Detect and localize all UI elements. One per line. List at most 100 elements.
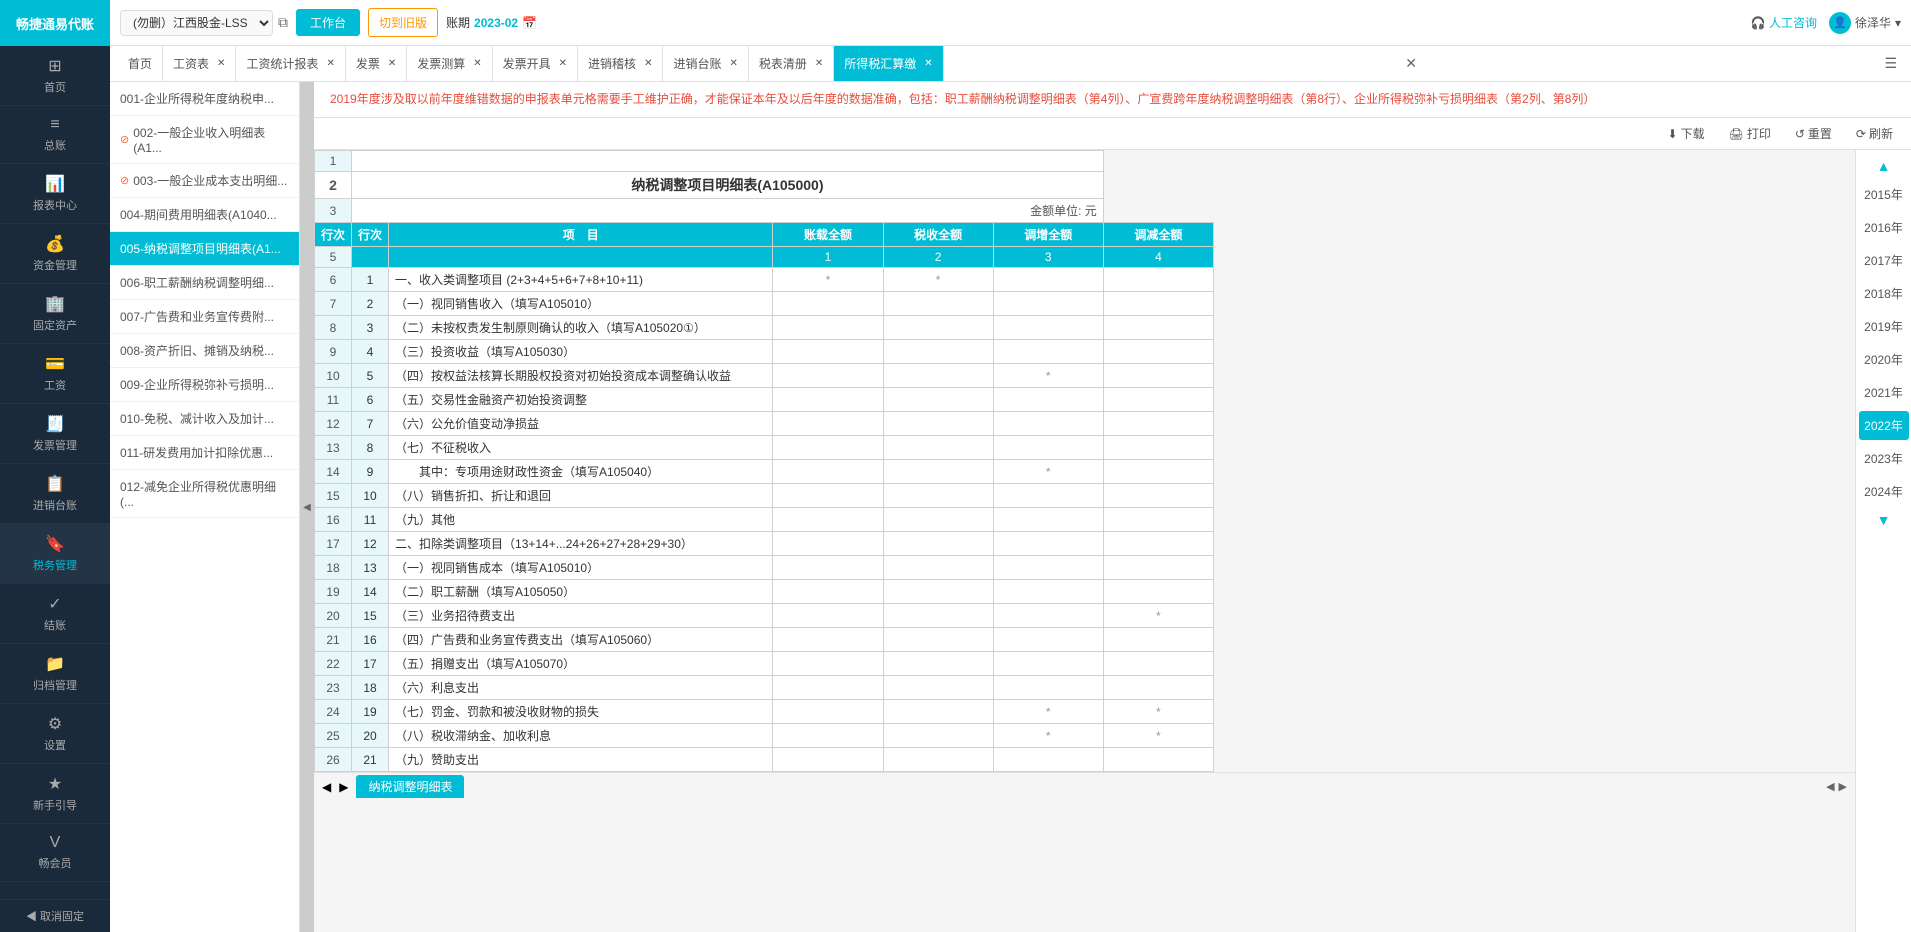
- left-panel-item-012[interactable]: 012-减免企业所得税优惠明细(...: [110, 470, 299, 518]
- settlement-icon: ✓: [48, 594, 61, 614]
- tab-tax-clearance[interactable]: 税表清册 ✕: [749, 46, 834, 82]
- workbench-button[interactable]: 工作台: [296, 9, 360, 36]
- sidebar-item-fixed-assets[interactable]: 🏢 固定资产: [0, 284, 110, 344]
- sidebar-item-label: 首页: [44, 79, 66, 95]
- year-down-btn[interactable]: ▼: [1873, 508, 1895, 532]
- scroll-right-icon[interactable]: ▶: [1839, 780, 1847, 793]
- sidebar-item-home[interactable]: ⊞ 首页: [0, 46, 110, 106]
- year-2023[interactable]: 2023年: [1859, 444, 1909, 473]
- tab-inbound-check[interactable]: 进销稽核 ✕: [578, 46, 663, 82]
- company-dropdown[interactable]: (勿删）江西股金-LSS: [120, 10, 273, 36]
- left-panel-item-006[interactable]: 006-职工薪酬纳税调整明细...: [110, 266, 299, 300]
- left-panel-item-009[interactable]: 009-企业所得税弥补亏损明...: [110, 368, 299, 402]
- tab-close-inbound-ledger[interactable]: ✕: [729, 58, 737, 69]
- year-2022[interactable]: 2022年: [1859, 411, 1909, 440]
- sidebar-item-settlement[interactable]: ✓ 结账: [0, 584, 110, 644]
- sidebar-nav: ⊞ 首页 ≡ 总账 📊 报表中心 💰 资金管理 🏢 固定资产 💳 工资 🧾 发票…: [0, 46, 110, 899]
- sidebar-item-invoice-mgmt[interactable]: 🧾 发票管理: [0, 404, 110, 464]
- year-2019[interactable]: 2019年: [1859, 312, 1909, 341]
- tab-close-inbound-check[interactable]: ✕: [644, 58, 652, 69]
- calendar-icon[interactable]: 📅: [522, 16, 537, 30]
- sidebar-item-salary[interactable]: 💳 工资: [0, 344, 110, 404]
- sidebar-item-fund-mgmt[interactable]: 💰 资金管理: [0, 224, 110, 284]
- sidebar-item-inbound-ledger[interactable]: 📋 进销台账: [0, 464, 110, 524]
- table-row: 23 18 （六）利息支出: [315, 676, 1214, 700]
- data-table: 1 2 纳税调整项目明细表(A105000) 3 金额单位: 元: [314, 150, 1214, 772]
- left-panel-item-010[interactable]: 010-免税、减计收入及加计...: [110, 402, 299, 436]
- tab-income-tax[interactable]: 所得税汇算缴 ✕: [834, 46, 943, 82]
- reset-button[interactable]: ↺ 重置: [1789, 122, 1838, 145]
- customer-service-link[interactable]: 🎧 人工咨询: [1751, 14, 1817, 31]
- sub-col4: 4: [1103, 247, 1213, 268]
- left-panel-item-002[interactable]: ⊘ 002-一般企业收入明细表(A1...: [110, 116, 299, 164]
- username-label: 徐泽华: [1855, 14, 1891, 31]
- sidebar-item-archive-mgmt[interactable]: 📁 归档管理: [0, 644, 110, 704]
- warn-icon-003: ⊘: [120, 174, 129, 187]
- user-info[interactable]: 👤 徐泽华 ▾: [1829, 12, 1901, 34]
- col-header-rownum: 行次: [315, 223, 352, 247]
- left-panel-item-004[interactable]: 004-期间费用明细表(A1040...: [110, 198, 299, 232]
- download-button[interactable]: ⬇ 下载: [1662, 122, 1711, 145]
- tab-close-income-tax[interactable]: ✕: [924, 58, 932, 69]
- sidebar-item-report-center[interactable]: 📊 报表中心: [0, 164, 110, 224]
- sheet-nav-next[interactable]: ▶: [339, 780, 348, 794]
- tabbar-close-all[interactable]: ✕: [1399, 55, 1423, 72]
- year-2018[interactable]: 2018年: [1859, 279, 1909, 308]
- sidebar-item-tax-mgmt[interactable]: 🔖 税务管理: [0, 524, 110, 584]
- year-2021[interactable]: 2021年: [1859, 378, 1909, 407]
- sidebar-item-settings[interactable]: ⚙ 设置: [0, 704, 110, 764]
- tab-home[interactable]: 首页: [118, 46, 163, 82]
- tab-salary-stat[interactable]: 工资统计报表 ✕: [236, 46, 345, 82]
- tab-salary-table[interactable]: 工资表 ✕: [163, 46, 236, 82]
- sheet-tab-tax-adjust[interactable]: 纳税调整明细表: [356, 775, 464, 798]
- sidebar-item-new-guide[interactable]: ★ 新手引导: [0, 764, 110, 824]
- sidebar-item-label: 畅会员: [39, 855, 72, 871]
- row-num-1: 1: [315, 151, 352, 172]
- tab-close-tax-clearance[interactable]: ✕: [815, 58, 823, 69]
- sidebar-item-label: 新手引导: [33, 797, 77, 813]
- left-panel-item-001[interactable]: 001-企业所得税年度纳税申...: [110, 82, 299, 116]
- tab-invoice-calc[interactable]: 发票测算 ✕: [407, 46, 492, 82]
- sheet-bottom: ◀ ▶ 纳税调整明细表 ◀ ▶: [314, 772, 1855, 800]
- table-row: 15 10 （八）销售折扣、折让和退回: [315, 484, 1214, 508]
- year-2020[interactable]: 2020年: [1859, 345, 1909, 374]
- old-version-button[interactable]: 切到旧版: [368, 8, 438, 37]
- tab-close-salary-stat[interactable]: ✕: [326, 58, 334, 69]
- sidebar-item-member[interactable]: V 畅会员: [0, 824, 110, 882]
- tab-close-invoice-calc[interactable]: ✕: [473, 58, 481, 69]
- sheet-main[interactable]: 1 2 纳税调整项目明细表(A105000) 3 金额单位: 元: [314, 150, 1855, 932]
- table-row: 11 6 （五）交易性金融资产初始投资调整: [315, 388, 1214, 412]
- refresh-button[interactable]: ⟳ 刷新: [1850, 122, 1899, 145]
- year-up-btn[interactable]: ▲: [1873, 154, 1895, 178]
- year-2024[interactable]: 2024年: [1859, 477, 1909, 506]
- sidebar-collapse-btn[interactable]: ◀ 取消固定: [0, 899, 110, 932]
- left-panel-item-003[interactable]: ⊘ 003-一般企业成本支出明细...: [110, 164, 299, 198]
- year-2016[interactable]: 2016年: [1859, 213, 1909, 242]
- sheet-nav-prev[interactable]: ◀: [322, 780, 331, 794]
- left-panel-item-011[interactable]: 011-研发费用加计扣除优惠...: [110, 436, 299, 470]
- tab-invoice-open[interactable]: 发票开具 ✕: [493, 46, 578, 82]
- copy-icon[interactable]: ⧉: [278, 14, 288, 31]
- tab-invoice[interactable]: 发票 ✕: [346, 46, 407, 82]
- left-panel-item-005[interactable]: 005-纳税调整项目明细表(A1...: [110, 232, 299, 266]
- main-area: (勿删）江西股金-LSS ⧉ 工作台 切到旧版 账期 2023-02 📅 🎧 人…: [110, 0, 1911, 932]
- print-button[interactable]: 🖨 打印: [1723, 122, 1777, 145]
- year-2017[interactable]: 2017年: [1859, 246, 1909, 275]
- sub-col2: 2: [883, 247, 993, 268]
- tab-inbound-ledger[interactable]: 进销台账 ✕: [663, 46, 748, 82]
- tabbar-menu[interactable]: ☰: [1878, 55, 1903, 72]
- left-panel-item-008[interactable]: 008-资产折旧、摊销及纳税...: [110, 334, 299, 368]
- scroll-left-icon[interactable]: ◀: [1826, 780, 1834, 793]
- panel-toggle-btn[interactable]: ◀: [300, 82, 314, 932]
- sidebar-item-general-ledger[interactable]: ≡ 总账: [0, 106, 110, 164]
- tab-close-invoice-open[interactable]: ✕: [559, 58, 567, 69]
- year-2015[interactable]: 2015年: [1859, 180, 1909, 209]
- sidebar-item-label: 发票管理: [33, 437, 77, 453]
- left-panel-item-007[interactable]: 007-广告费和业务宣传费附...: [110, 300, 299, 334]
- sidebar-item-label: 税务管理: [33, 557, 77, 573]
- tab-close-salary-table[interactable]: ✕: [217, 58, 225, 69]
- sidebar-item-label: 进销台账: [33, 497, 77, 513]
- sidebar: 畅捷通易代账 ⊞ 首页 ≡ 总账 📊 报表中心 💰 资金管理 🏢 固定资产 💳 …: [0, 0, 110, 932]
- table-row: 24 19 （七）罚金、罚款和被没收财物的损失 * *: [315, 700, 1214, 724]
- tab-close-invoice[interactable]: ✕: [388, 58, 396, 69]
